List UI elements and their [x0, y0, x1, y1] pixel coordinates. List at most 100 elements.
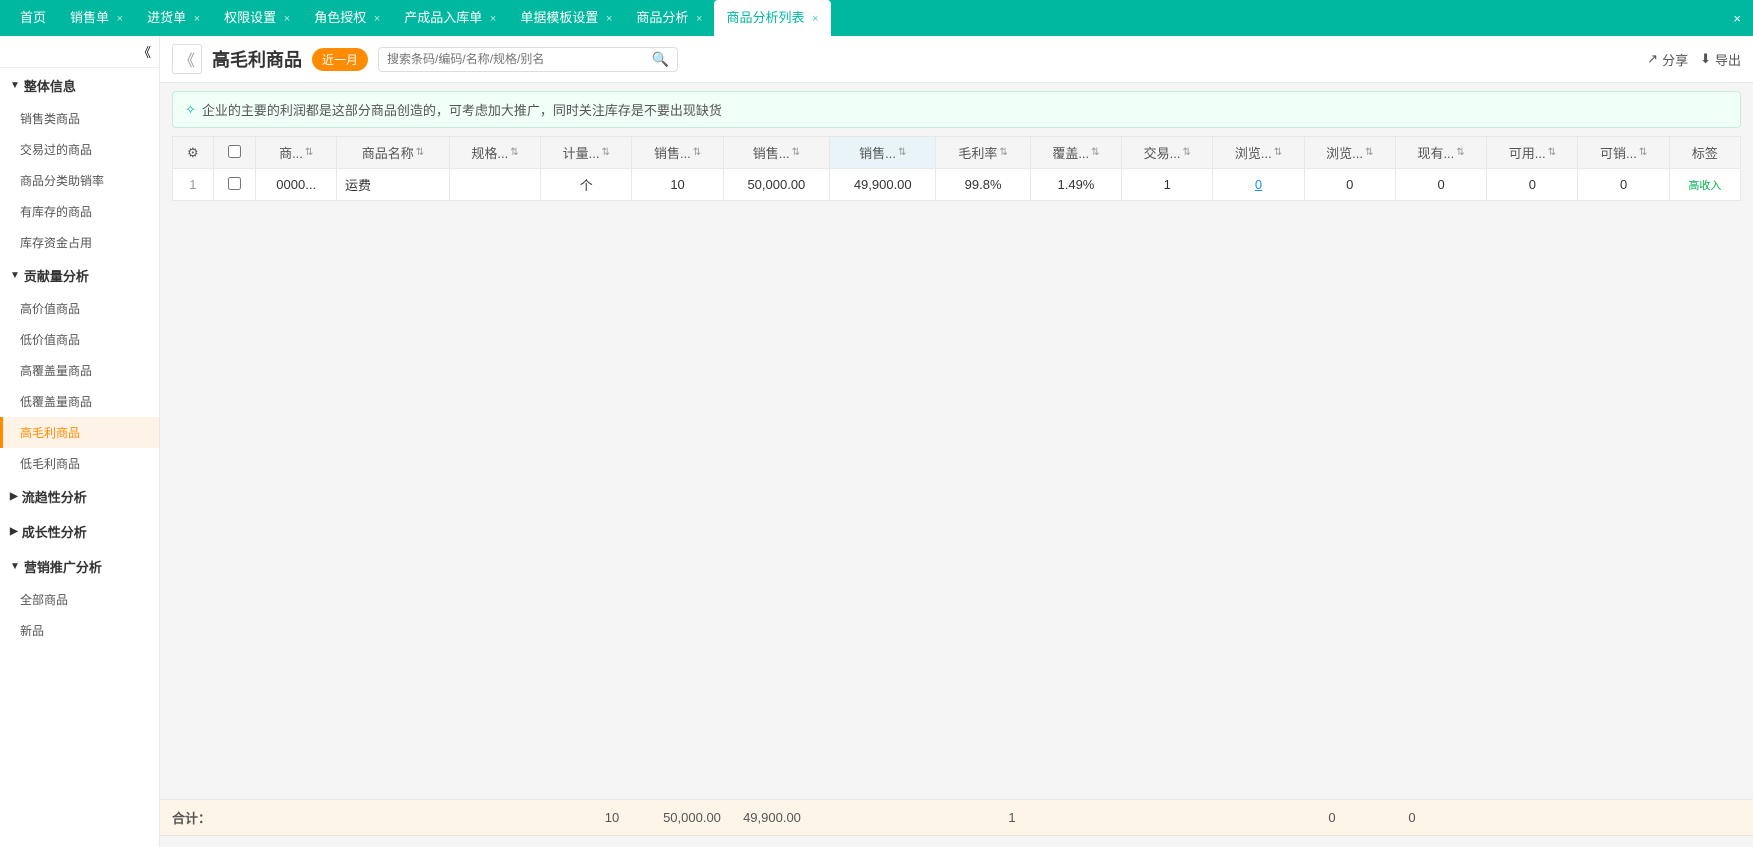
- sidebar-section-marketing[interactable]: ▼ 营销推广分析: [0, 549, 159, 584]
- row-checkbox[interactable]: [213, 169, 256, 201]
- th-settings[interactable]: ⚙: [173, 137, 214, 169]
- settings-icon[interactable]: ⚙: [187, 145, 199, 160]
- close-icon[interactable]: ×: [117, 13, 123, 25]
- close-icon[interactable]: ×: [284, 13, 290, 25]
- sidebar-item-high-margin[interactable]: 高毛利商品: [0, 417, 159, 448]
- sidebar-item-sales-goods[interactable]: 销售类商品: [0, 103, 159, 134]
- search-input[interactable]: [387, 52, 652, 66]
- sort-icon[interactable]: ⇅: [1548, 147, 1556, 158]
- info-banner: ✧ 企业的主要的利润都是这部分商品创造的，可考虑加大推广，同时关注库存是不要出现…: [172, 91, 1741, 128]
- sidebar-item-stock-capital[interactable]: 库存资金占用: [0, 227, 159, 258]
- sidebar-item-traded-goods[interactable]: 交易过的商品: [0, 134, 159, 165]
- footer-cell-sales2: 50,000.00: [652, 810, 732, 825]
- nav-permission[interactable]: 权限设置 ×: [212, 0, 302, 36]
- th-name[interactable]: 商品名称⇅: [337, 137, 450, 169]
- th-sales2[interactable]: 销售...⇅: [723, 137, 829, 169]
- main-layout: 《 ▼ 整体信息 销售类商品 交易过的商品 商品分类助销率 有库存的商品 库存资…: [0, 36, 1753, 847]
- sidebar-section-contribution[interactable]: ▼ 贡献量分析: [0, 258, 159, 293]
- close-icon[interactable]: ×: [194, 13, 200, 25]
- search-icon[interactable]: 🔍: [652, 51, 669, 68]
- nav-home[interactable]: 首页: [8, 0, 58, 36]
- th-sellable[interactable]: 可销...⇅: [1578, 137, 1669, 169]
- nav-template[interactable]: 单据模板设置 ×: [508, 0, 624, 36]
- sort-icon[interactable]: ⇅: [510, 147, 518, 158]
- row-spec: [449, 169, 540, 201]
- close-icon[interactable]: ×: [812, 13, 818, 25]
- close-icon[interactable]: ×: [374, 13, 380, 25]
- sort-icon[interactable]: ⇅: [1456, 147, 1464, 158]
- filter-recent-month-button[interactable]: 近一月: [312, 48, 368, 71]
- sort-icon[interactable]: ⇅: [898, 147, 906, 158]
- nav-product-analysis[interactable]: 商品分析 ×: [624, 0, 714, 36]
- content-area: 《 高毛利商品 近一月 🔍 ↗ 分享 ⬇ 导出 ✧ 企业的主要的利润都是这部: [160, 36, 1753, 847]
- th-checkbox[interactable]: [213, 137, 256, 169]
- sort-icon[interactable]: ⇅: [602, 147, 610, 158]
- row-browse1[interactable]: 0: [1213, 169, 1304, 201]
- export-button[interactable]: ⬇ 导出: [1700, 50, 1741, 69]
- sort-icon[interactable]: ⇅: [1091, 147, 1099, 158]
- window-close-icon[interactable]: ×: [1729, 11, 1745, 26]
- sort-icon[interactable]: ⇅: [999, 147, 1007, 158]
- th-trade[interactable]: 交易...⇅: [1122, 137, 1213, 169]
- sort-icon[interactable]: ⇅: [1639, 147, 1647, 158]
- share-icon: ↗: [1647, 51, 1658, 67]
- close-icon[interactable]: ×: [606, 13, 612, 25]
- sort-icon[interactable]: ⇅: [416, 147, 424, 158]
- row-code[interactable]: 0000...: [256, 169, 337, 201]
- nav-role[interactable]: 角色授权 ×: [302, 0, 392, 36]
- th-coverage[interactable]: 覆盖...⇅: [1030, 137, 1121, 169]
- footer-cell-current: [1212, 810, 1292, 825]
- header-right: ↗ 分享 ⬇ 导出: [1647, 50, 1741, 69]
- th-current[interactable]: 现有...⇅: [1395, 137, 1486, 169]
- th-browse1[interactable]: 浏览...⇅: [1213, 137, 1304, 169]
- horizontal-scrollbar[interactable]: [160, 835, 1753, 847]
- sidebar-section-trend[interactable]: ▶ 流趋性分析: [0, 479, 159, 514]
- sidebar-item-new-goods[interactable]: 新品: [0, 615, 159, 646]
- th-sales1[interactable]: 销售...⇅: [632, 137, 723, 169]
- sidebar-item-high-value[interactable]: 高价值商品: [0, 293, 159, 324]
- sidebar-item-in-stock[interactable]: 有库存的商品: [0, 196, 159, 227]
- close-icon[interactable]: ×: [490, 13, 496, 25]
- nav-product-entry[interactable]: 产成品入库单 ×: [392, 0, 508, 36]
- nav-sales[interactable]: 销售单 ×: [58, 0, 135, 36]
- sort-icon[interactable]: ⇅: [792, 147, 800, 158]
- table-wrapper[interactable]: ⚙ 商...⇅ 商品名称⇅ 规格...⇅ 计量...⇅ 销售...⇅ 销售...…: [172, 136, 1741, 799]
- footer-cell-gross: [812, 810, 892, 825]
- sidebar-section-overall[interactable]: ▼ 整体信息: [0, 68, 159, 103]
- sidebar-item-category-assist[interactable]: 商品分类助销率: [0, 165, 159, 196]
- sidebar-section-overall-label: 整体信息: [24, 76, 76, 95]
- th-browse2[interactable]: 浏览...⇅: [1304, 137, 1395, 169]
- sort-icon[interactable]: ⇅: [305, 147, 313, 158]
- th-spec[interactable]: 规格...⇅: [449, 137, 540, 169]
- th-gross-rate[interactable]: 毛利率⇅: [936, 137, 1030, 169]
- th-sales3[interactable]: 销售...⇅: [830, 137, 936, 169]
- close-icon[interactable]: ×: [696, 13, 702, 25]
- sidebar-item-low-coverage[interactable]: 低覆盖量商品: [0, 386, 159, 417]
- nav-purchase[interactable]: 进货单 ×: [135, 0, 212, 36]
- sidebar-section-marketing-label: 营销推广分析: [24, 557, 102, 576]
- export-icon: ⬇: [1700, 51, 1711, 67]
- sidebar-collapse-button[interactable]: 《: [138, 42, 151, 61]
- th-unit[interactable]: 计量...⇅: [541, 137, 632, 169]
- nav-product-analysis-list[interactable]: 商品分析列表 ×: [714, 0, 830, 36]
- sort-icon[interactable]: ⇅: [1182, 147, 1190, 158]
- sort-icon[interactable]: ⇅: [1365, 147, 1373, 158]
- sidebar-item-all-goods[interactable]: 全部商品: [0, 584, 159, 615]
- row-sales1: 10: [632, 169, 723, 201]
- share-button[interactable]: ↗ 分享: [1647, 50, 1688, 69]
- data-table: ⚙ 商...⇅ 商品名称⇅ 规格...⇅ 计量...⇅ 销售...⇅ 销售...…: [172, 136, 1741, 201]
- window-controls: ×: [1729, 11, 1745, 26]
- sidebar-item-low-margin[interactable]: 低毛利商品: [0, 448, 159, 479]
- th-code[interactable]: 商...⇅: [256, 137, 337, 169]
- row-select-checkbox[interactable]: [228, 177, 241, 190]
- sidebar-section-growth[interactable]: ▶ 成长性分析: [0, 514, 159, 549]
- footer-label: 合计：: [172, 808, 252, 827]
- sidebar-toggle-button[interactable]: 《: [172, 44, 202, 74]
- footer-cell-sales3: 49,900.00: [732, 810, 812, 825]
- sidebar-item-high-coverage[interactable]: 高覆盖量商品: [0, 355, 159, 386]
- th-available[interactable]: 可用...⇅: [1487, 137, 1578, 169]
- sort-icon[interactable]: ⇅: [693, 147, 701, 158]
- sidebar-item-low-value[interactable]: 低价值商品: [0, 324, 159, 355]
- select-all-checkbox[interactable]: [228, 145, 241, 158]
- sort-icon[interactable]: ⇅: [1274, 147, 1282, 158]
